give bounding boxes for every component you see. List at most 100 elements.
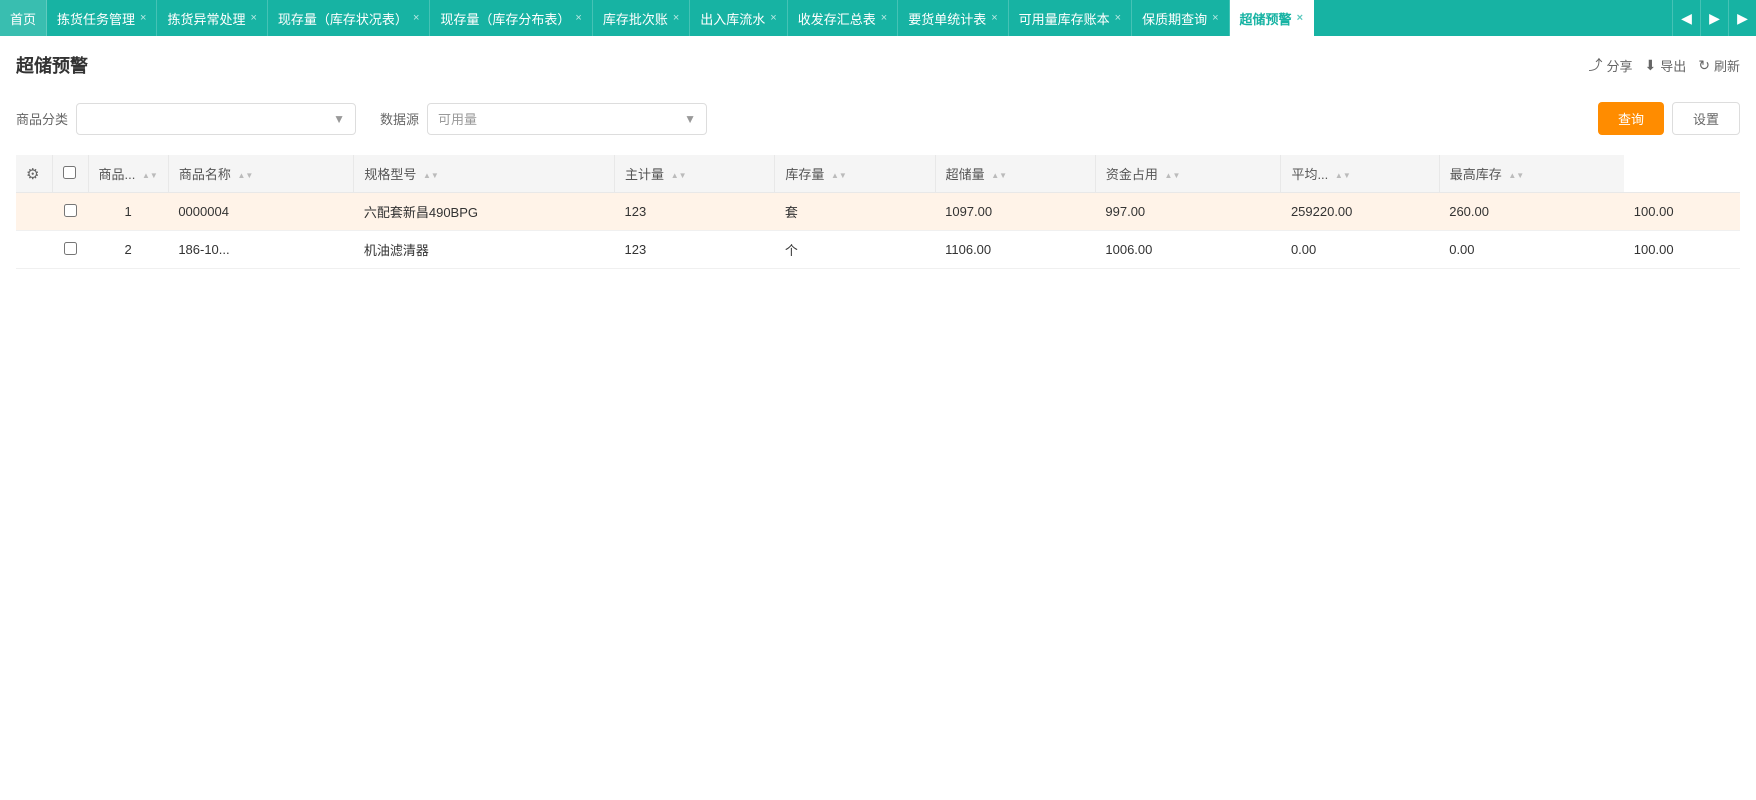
- row-product-code-1: 186-10...: [168, 231, 354, 269]
- nav-inout-flow[interactable]: 出入库流水 ×: [690, 0, 787, 36]
- gear-settings-icon[interactable]: ⚙: [26, 166, 39, 183]
- select-all-checkbox[interactable]: [63, 166, 76, 179]
- datasource-select-value: 可用量: [438, 109, 477, 128]
- datasource-dropdown-icon: ▼: [684, 112, 696, 126]
- settings-button[interactable]: 设置: [1672, 102, 1740, 135]
- top-navigation: 首页 拣货任务管理 × 拣货异常处理 × 现存量（库存状况表） × 现存量（库存…: [0, 0, 1756, 36]
- sort-avg-icon: ▲▼: [1335, 172, 1351, 180]
- header-actions: ⤴ 分享 ⬇ 导出 ↻ 刷新: [1588, 55, 1740, 75]
- query-button[interactable]: 查询: [1598, 102, 1664, 135]
- nav-arrow-more[interactable]: ▶: [1728, 0, 1756, 36]
- table-row: 2 186-10... 机油滤清器 123 个 1106.00 1006.00 …: [16, 231, 1740, 269]
- page-title: 超储预警: [16, 52, 88, 78]
- col-gear: ⚙: [16, 155, 52, 193]
- close-abnormal[interactable]: ×: [250, 12, 256, 24]
- row-checkbox-1[interactable]: [64, 242, 77, 255]
- data-table: ⚙ 商品... ▲▼ 商品名称 ▲▼ 规格型号 ▲▼ 主计: [16, 155, 1740, 269]
- row-num-0: 1: [88, 193, 168, 231]
- row-overstock-qty-1: 1006.00: [1095, 231, 1281, 269]
- sort-capital-icon: ▲▼: [1165, 172, 1181, 180]
- col-avg[interactable]: 平均... ▲▼: [1281, 155, 1439, 193]
- datasource-filter: 数据源 可用量 ▼: [380, 103, 707, 135]
- col-stock-qty[interactable]: 库存量 ▲▼: [775, 155, 935, 193]
- row-spec-0: 123: [615, 193, 775, 231]
- table-header: ⚙ 商品... ▲▼ 商品名称 ▲▼ 规格型号 ▲▼ 主计: [16, 155, 1740, 193]
- close-stock-status[interactable]: ×: [413, 12, 419, 24]
- category-select[interactable]: ▼: [76, 103, 356, 135]
- close-batch[interactable]: ×: [673, 12, 679, 24]
- page-container: 超储预警 ⤴ 分享 ⬇ 导出 ↻ 刷新 商品分类 ▼ 数据源: [0, 36, 1756, 800]
- row-overstock-qty-0: 997.00: [1095, 193, 1281, 231]
- row-max-stock-1: 100.00: [1624, 231, 1740, 269]
- col-overstock-qty[interactable]: 超储量 ▲▼: [935, 155, 1095, 193]
- sort-product-name-icon: ▲▼: [237, 172, 253, 180]
- nav-stock-status[interactable]: 现存量（库存状况表） ×: [268, 0, 430, 36]
- sort-max-stock-icon: ▲▼: [1508, 172, 1524, 180]
- export-button[interactable]: ⬇ 导出: [1645, 56, 1687, 75]
- nav-quality-check[interactable]: 保质期查询 ×: [1132, 0, 1229, 36]
- row-stock-qty-0: 1097.00: [935, 193, 1095, 231]
- close-quality-check[interactable]: ×: [1212, 12, 1218, 24]
- nav-overstock[interactable]: 超储预警 ×: [1230, 0, 1314, 36]
- nav-home[interactable]: 首页: [0, 0, 47, 36]
- share-icon: ⤴: [1588, 55, 1602, 75]
- col-product-code[interactable]: 商品... ▲▼: [88, 155, 168, 193]
- nav-arrow-left[interactable]: ◀: [1672, 0, 1700, 36]
- refresh-button[interactable]: ↻ 刷新: [1698, 56, 1740, 75]
- row-unit-0: 套: [775, 193, 935, 231]
- row-stock-qty-1: 1106.00: [935, 231, 1095, 269]
- close-inout-flow[interactable]: ×: [770, 12, 776, 24]
- row-avg-1: 0.00: [1439, 231, 1624, 269]
- nav-arrow-right[interactable]: ▶: [1700, 0, 1728, 36]
- row-checkbox-0[interactable]: [64, 204, 77, 217]
- col-product-name[interactable]: 商品名称 ▲▼: [168, 155, 354, 193]
- category-label: 商品分类: [16, 109, 68, 128]
- sort-unit-icon: ▲▼: [671, 172, 687, 180]
- sort-stock-qty-icon: ▲▼: [831, 172, 847, 180]
- row-checkbox-cell: [52, 231, 88, 269]
- row-max-stock-0: 100.00: [1624, 193, 1740, 231]
- nav-abnormal[interactable]: 拣货异常处理 ×: [157, 0, 267, 36]
- refresh-icon: ↻: [1698, 57, 1710, 74]
- table-row: 1 0000004 六配套新昌490BPG 123 套 1097.00 997.…: [16, 193, 1740, 231]
- nav-order-stat[interactable]: 要货单统计表 ×: [898, 0, 1008, 36]
- close-recv-send[interactable]: ×: [881, 12, 887, 24]
- col-max-stock[interactable]: 最高库存 ▲▼: [1439, 155, 1624, 193]
- nav-task-mgmt[interactable]: 拣货任务管理 ×: [47, 0, 157, 36]
- row-checkbox-cell: [52, 193, 88, 231]
- nav-avail-stock[interactable]: 可用量库存账本 ×: [1009, 0, 1132, 36]
- col-capital-occupy[interactable]: 资金占用 ▲▼: [1095, 155, 1281, 193]
- row-avg-0: 260.00: [1439, 193, 1624, 231]
- sort-product-code-icon: ▲▼: [142, 172, 158, 180]
- sort-overstock-qty-icon: ▲▼: [991, 172, 1007, 180]
- row-product-name-1: 机油滤清器: [354, 231, 615, 269]
- share-button[interactable]: ⤴ 分享: [1588, 55, 1632, 75]
- category-dropdown-icon: ▼: [333, 112, 345, 126]
- close-order-stat[interactable]: ×: [991, 12, 997, 24]
- row-gear-cell: [16, 231, 52, 269]
- row-unit-1: 个: [775, 231, 935, 269]
- export-icon: ⬇: [1645, 57, 1657, 74]
- row-gear-cell: [16, 193, 52, 231]
- nav-batch[interactable]: 库存批次账 ×: [593, 0, 690, 36]
- close-stock-dist[interactable]: ×: [575, 12, 581, 24]
- col-header-checkbox: [52, 155, 88, 193]
- row-product-name-0: 六配套新昌490BPG: [354, 193, 615, 231]
- close-overstock[interactable]: ×: [1297, 12, 1303, 24]
- category-filter: 商品分类 ▼: [16, 103, 356, 135]
- filter-actions: 查询 设置: [1598, 102, 1740, 135]
- col-unit[interactable]: 主计量 ▲▼: [615, 155, 775, 193]
- col-spec[interactable]: 规格型号 ▲▼: [354, 155, 615, 193]
- row-capital-occupy-0: 259220.00: [1281, 193, 1439, 231]
- nav-recv-send[interactable]: 收发存汇总表 ×: [788, 0, 898, 36]
- page-header: 超储预警 ⤴ 分享 ⬇ 导出 ↻ 刷新: [16, 52, 1740, 78]
- row-product-code-0: 0000004: [168, 193, 354, 231]
- close-task-mgmt[interactable]: ×: [140, 12, 146, 24]
- row-capital-occupy-1: 0.00: [1281, 231, 1439, 269]
- close-avail-stock[interactable]: ×: [1115, 12, 1121, 24]
- datasource-select[interactable]: 可用量 ▼: [427, 103, 707, 135]
- nav-stock-dist[interactable]: 现存量（库存分布表） ×: [430, 0, 592, 36]
- datasource-label: 数据源: [380, 109, 419, 128]
- filter-bar: 商品分类 ▼ 数据源 可用量 ▼ 查询 设置: [16, 94, 1740, 143]
- row-num-1: 2: [88, 231, 168, 269]
